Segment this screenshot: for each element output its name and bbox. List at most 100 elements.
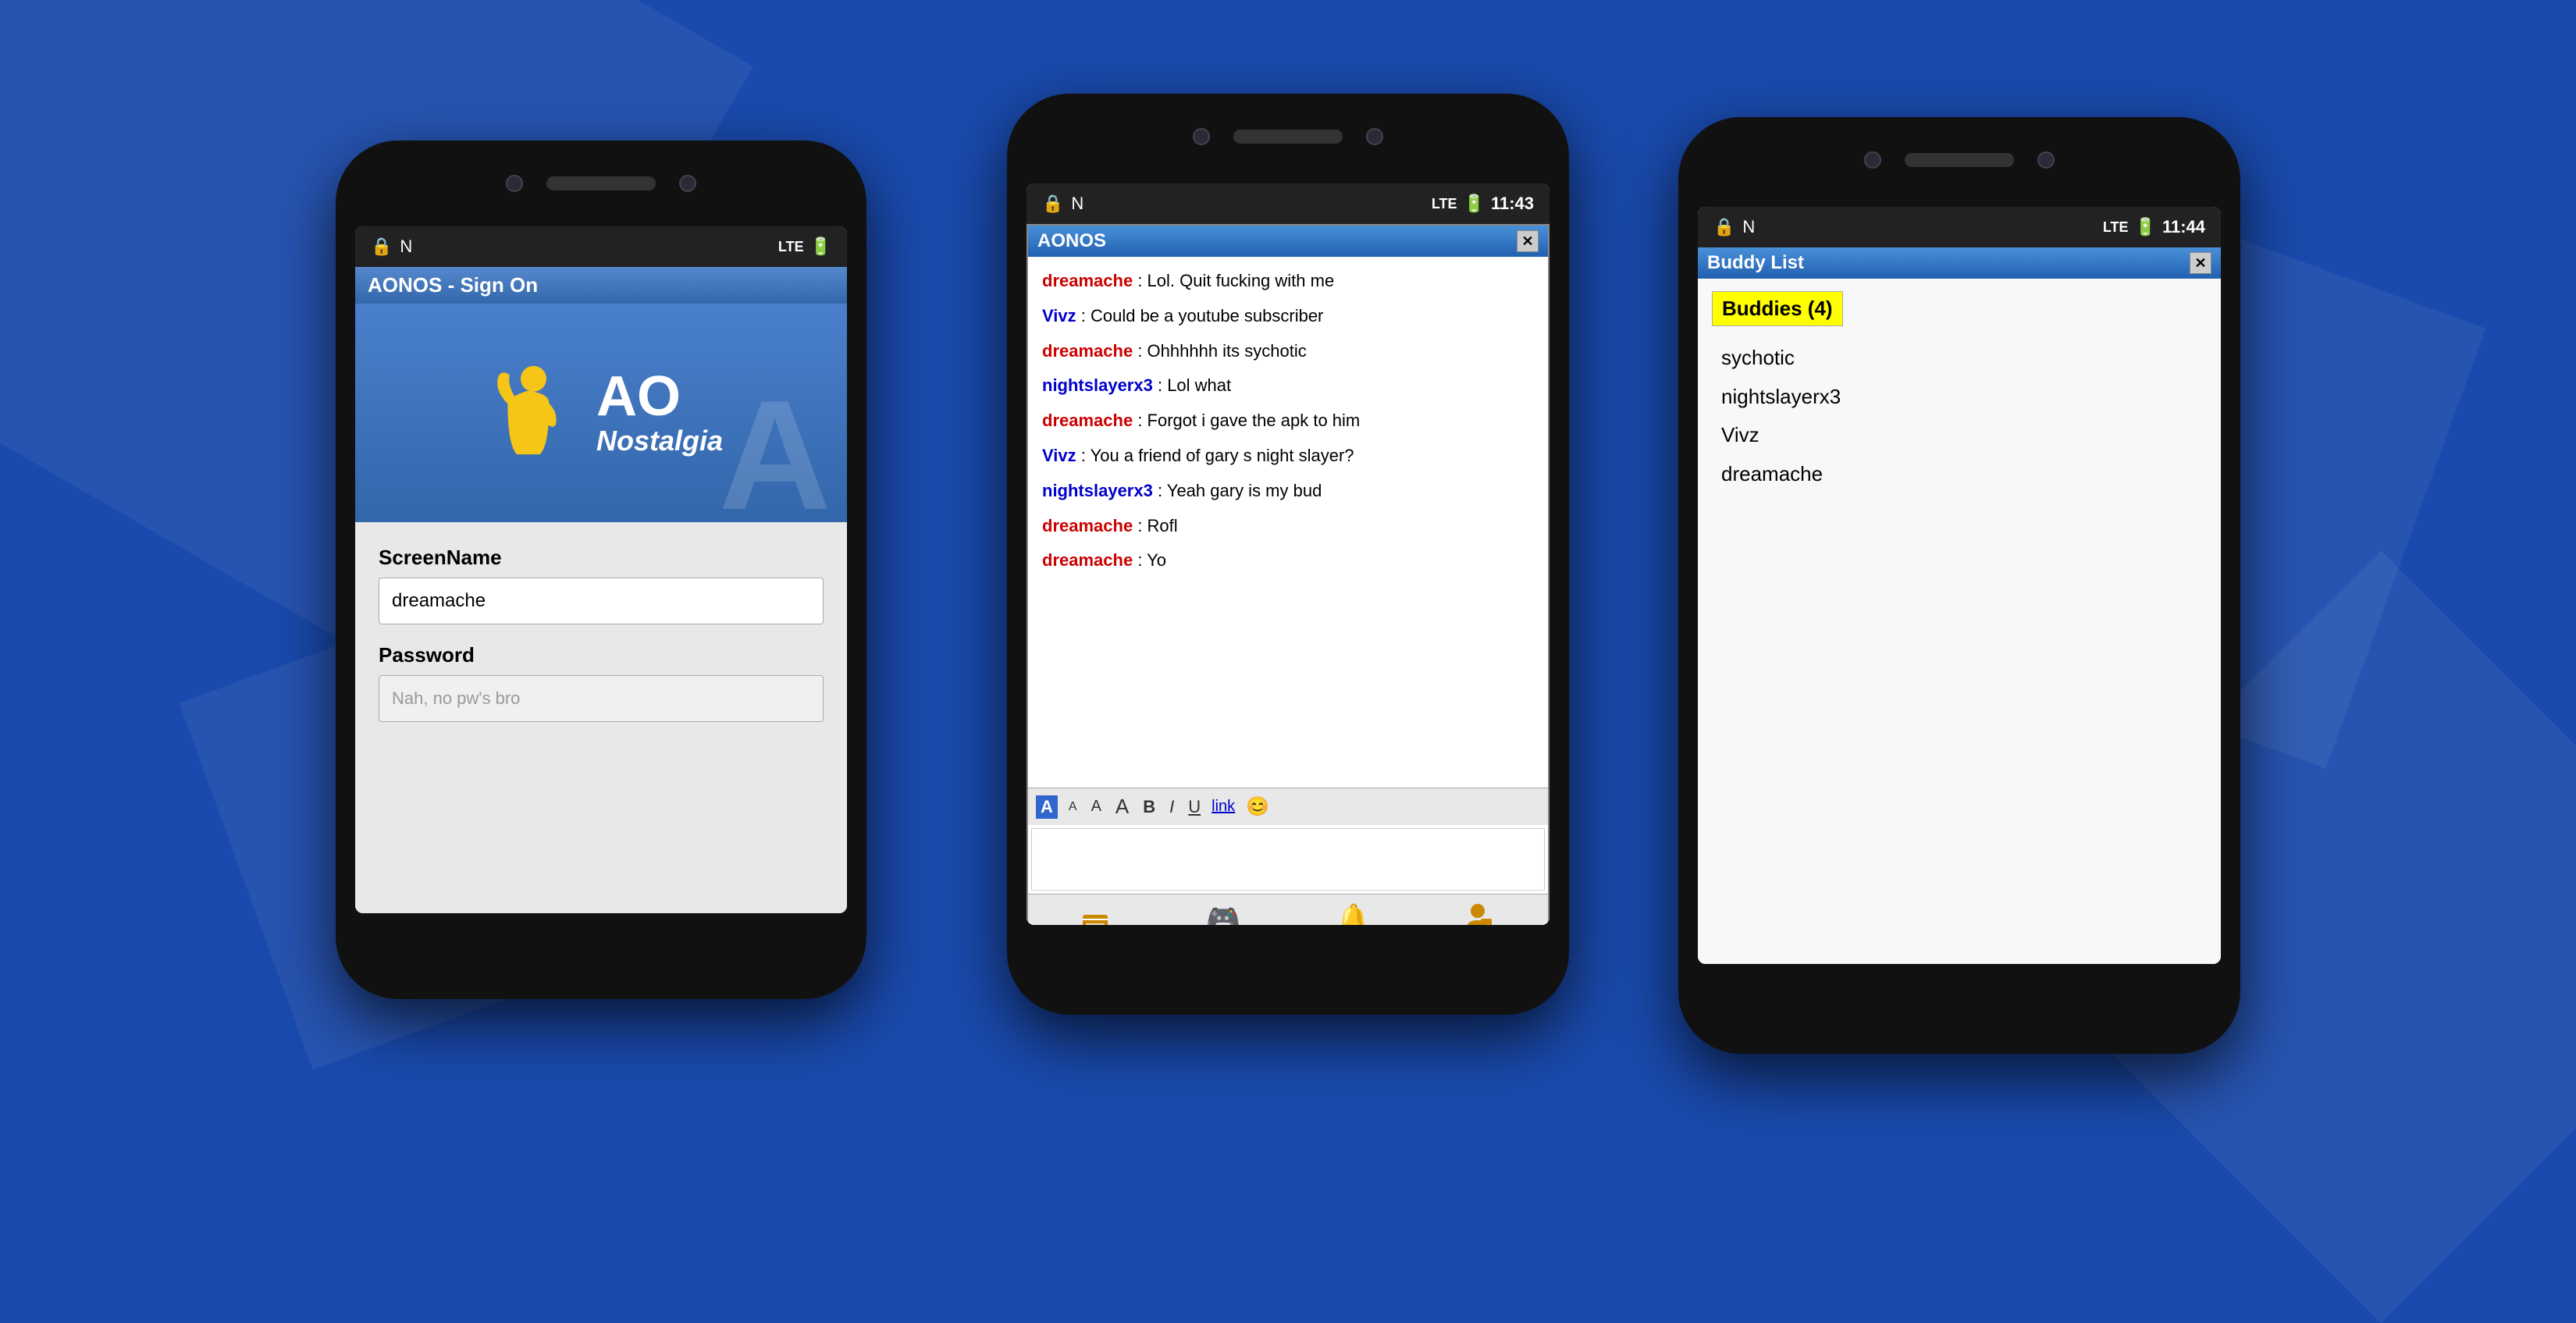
- nav-talk-button[interactable]: 🔔 Talk: [1336, 902, 1371, 925]
- chat-window-title: AONOS: [1037, 230, 1106, 252]
- nav-chat-button[interactable]: +: [1080, 910, 1111, 925]
- battery-icon-right: 🔋: [2135, 217, 2156, 237]
- buddy-sychotic[interactable]: sychotic: [1712, 339, 2207, 378]
- aim-logo-text: AO Nostalgia: [596, 368, 723, 457]
- signon-titlebar: AONOS - Sign On: [355, 267, 847, 304]
- msg-author-4: nightslayerx3: [1042, 375, 1153, 395]
- msg-text-8: : Rofl: [1137, 516, 1177, 535]
- underline-button[interactable]: U: [1185, 795, 1204, 819]
- svg-text:→: →: [1483, 920, 1491, 926]
- chat-msg-7: nightslayerx3 : Yeah gary is my bud: [1042, 479, 1534, 503]
- signon-logo-area: AO Nostalgia A: [355, 304, 847, 522]
- chat-bottom-bar: + 🎮 Games 🔔 Talk: [1028, 894, 1548, 925]
- msg-author-9: dreamache: [1042, 550, 1133, 570]
- chat-msg-3: dreamache : Ohhhhhh its sychotic: [1042, 340, 1534, 364]
- status-bar-left: 🔒 N LTE 🔋: [355, 226, 847, 267]
- phone-right-camera2: [2037, 151, 2055, 169]
- phone-left-speaker: [546, 176, 656, 190]
- msg-text-1: : Lol. Quit fucking with me: [1137, 271, 1334, 290]
- phone-center-screen: 🔒 N LTE 🔋 11:43 AONOS ✕ dream: [1026, 183, 1550, 925]
- phones-container: 🔒 N LTE 🔋 AONOS - Sign On: [273, 78, 2303, 1015]
- chat-msg-5: dreamache : Forgot i gave the apk to him: [1042, 409, 1534, 433]
- msg-author-5: dreamache: [1042, 411, 1133, 430]
- buddy-vivz[interactable]: Vivz: [1712, 416, 2207, 455]
- msg-text-4: : Lol what: [1158, 375, 1231, 395]
- chat-input-area[interactable]: [1031, 828, 1545, 891]
- msg-author-1: dreamache: [1042, 271, 1133, 290]
- chat-msg-9: dreamache : Yo: [1042, 549, 1534, 573]
- lock-icon: 🔒: [371, 237, 392, 257]
- msg-text-7: : Yeah gary is my bud: [1158, 481, 1322, 500]
- status-bar-center-right: LTE 🔋 11:43: [1432, 194, 1534, 214]
- n-icon-center: N: [1071, 194, 1083, 214]
- phone-right: 🔒 N LTE 🔋 11:44 Buddy List ✕ Buddies (4): [1678, 117, 2240, 1054]
- phone-right-speaker: [1905, 153, 2014, 167]
- chat-titlebar: AONOS ✕: [1028, 226, 1548, 257]
- big-a-watermark: A: [719, 366, 831, 546]
- chat-msg-1: dreamache : Lol. Quit fucking with me: [1042, 269, 1534, 293]
- msg-author-7: nightslayerx3: [1042, 481, 1153, 500]
- time-right: 11:44: [2162, 217, 2205, 237]
- font-medium-button[interactable]: A: [1088, 796, 1105, 817]
- signon-title: AONOS - Sign On: [368, 273, 538, 297]
- buddy-window-title: Buddy List: [1707, 252, 1804, 274]
- buddy-close-button[interactable]: ✕: [2190, 252, 2211, 274]
- font-large-button[interactable]: A: [1112, 793, 1132, 820]
- font-color-button[interactable]: A: [1036, 795, 1058, 819]
- password-label: Password: [379, 643, 824, 667]
- aim-man-icon: [479, 362, 573, 464]
- msg-text-2: : Could be a youtube subscriber: [1081, 306, 1324, 325]
- buddy-dreamache[interactable]: dreamache: [1712, 455, 2207, 494]
- screenname-label: ScreenName: [379, 546, 824, 570]
- msg-text-5: : Forgot i gave the apk to him: [1137, 411, 1360, 430]
- chat-nav-icon: +: [1080, 910, 1111, 925]
- time-center: 11:43: [1491, 194, 1534, 214]
- lock-icon-right: 🔒: [1713, 217, 1735, 237]
- status-bar-right-left: 🔒 N: [1713, 217, 1755, 237]
- buddy-titlebar: Buddy List ✕: [1698, 247, 2221, 279]
- buddy-window: Buddy List ✕ Buddies (4) sychotic nights…: [1698, 247, 2221, 964]
- bold-button[interactable]: B: [1140, 795, 1158, 819]
- password-placeholder[interactable]: Nah, no pw's bro: [379, 675, 824, 722]
- status-bar-right-right: LTE 🔋 11:44: [2103, 217, 2205, 237]
- aim-ao-text: AO: [596, 368, 681, 425]
- chat-message-area: dreamache : Lol. Quit fucking with me Vi…: [1028, 257, 1548, 788]
- link-button[interactable]: link: [1212, 798, 1235, 816]
- games-nav-icon: 🎮: [1206, 902, 1241, 925]
- phone-right-camera: [1864, 151, 1881, 169]
- msg-author-2: Vivz: [1042, 306, 1076, 325]
- lte-icon-center: LTE: [1432, 196, 1457, 212]
- buddy-list-area: Buddies (4) sychotic nightslayerx3 Vivz …: [1698, 279, 2221, 964]
- chat-msg-2: Vivz : Could be a youtube subscriber: [1042, 304, 1534, 329]
- phone-center-speaker: [1233, 130, 1343, 144]
- msg-text-6: : You a friend of gary s night slayer?: [1081, 446, 1354, 465]
- status-bar-right: 🔒 N LTE 🔋 11:44: [1698, 207, 2221, 247]
- phone-right-screen: 🔒 N LTE 🔋 11:44 Buddy List ✕ Buddies (4): [1698, 207, 2221, 964]
- send-nav-icon: →: [1462, 900, 1493, 926]
- phone-center-camera2: [1366, 128, 1383, 145]
- msg-author-3: dreamache: [1042, 341, 1133, 361]
- battery-icon: 🔋: [810, 237, 831, 257]
- battery-icon-center: 🔋: [1464, 194, 1485, 214]
- phone-center-camera: [1193, 128, 1210, 145]
- nav-games-button[interactable]: 🎮 Games: [1198, 902, 1248, 925]
- screenname-input[interactable]: [379, 578, 824, 624]
- status-bar-center-left: 🔒 N: [1042, 194, 1083, 214]
- chat-msg-8: dreamache : Rofl: [1042, 514, 1534, 539]
- phone-left-screen: 🔒 N LTE 🔋 AONOS - Sign On: [355, 226, 847, 913]
- lte-icon-right: LTE: [2103, 219, 2129, 236]
- status-bar-left-icons: 🔒 N: [371, 237, 412, 257]
- signon-form: ScreenName Password Nah, no pw's bro: [355, 522, 847, 913]
- phone-right-top: [1678, 117, 2240, 203]
- chat-close-button[interactable]: ✕: [1517, 230, 1539, 252]
- emoji-button[interactable]: 😊: [1243, 794, 1272, 820]
- nav-send-button[interactable]: → Send: [1458, 900, 1496, 926]
- font-small-button[interactable]: A: [1066, 798, 1080, 816]
- msg-author-6: Vivz: [1042, 446, 1076, 465]
- chat-msg-6: Vivz : You a friend of gary s night slay…: [1042, 444, 1534, 468]
- italic-button[interactable]: I: [1166, 795, 1177, 819]
- chat-msg-4: nightslayerx3 : Lol what: [1042, 374, 1534, 398]
- buddy-nightslayerx3[interactable]: nightslayerx3: [1712, 378, 2207, 417]
- n-icon-right: N: [1742, 217, 1755, 237]
- phone-left-top: [336, 140, 866, 226]
